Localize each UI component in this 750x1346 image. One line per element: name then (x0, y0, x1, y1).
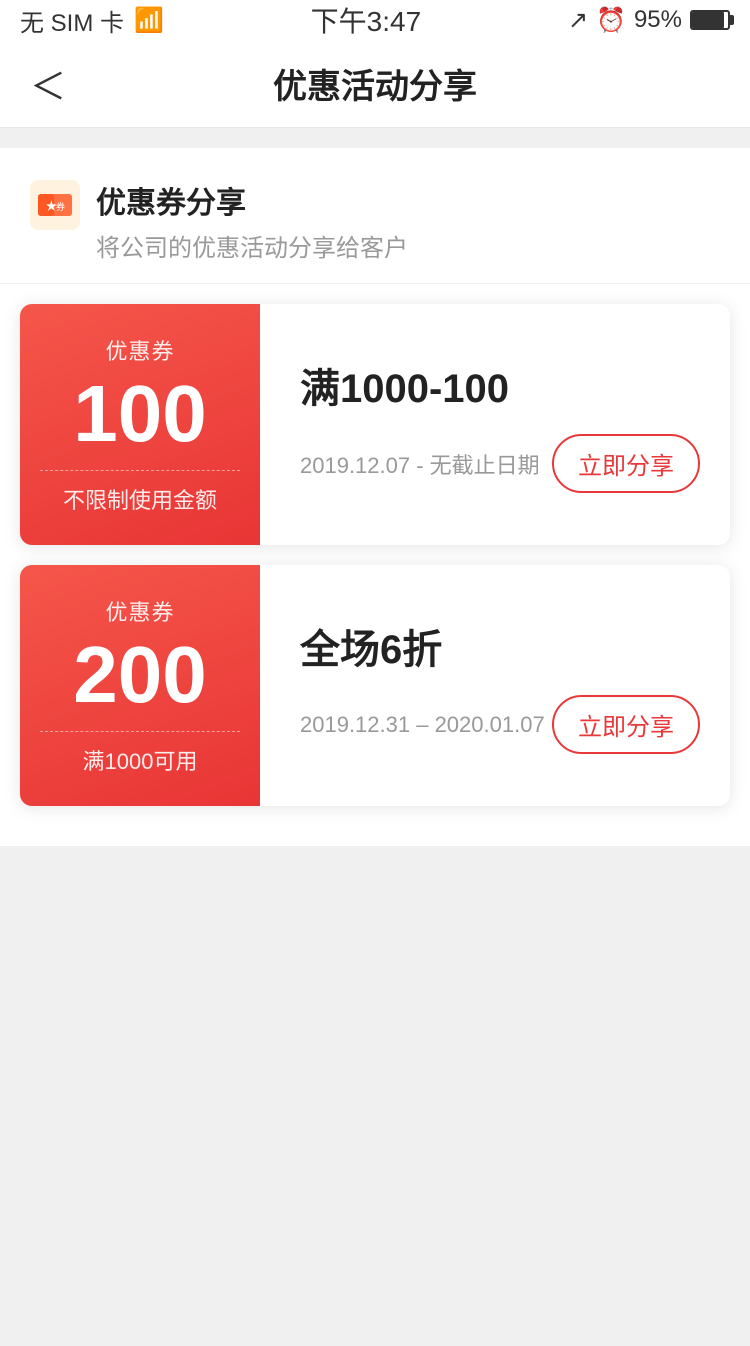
coupon-date: 2019.12.07 - 无截止日期 (300, 448, 540, 480)
coupon-condition: 不限制使用金额 (63, 483, 217, 515)
status-left: 无 SIM 卡 📶 (20, 3, 164, 38)
wifi-icon: 📶 (134, 6, 164, 35)
section-subtitle: 将公司的优惠活动分享给客户 (96, 228, 408, 263)
location-icon: ↗ (568, 6, 588, 35)
coupon-left: 优惠券 100 不限制使用金额 (20, 304, 260, 545)
signal-text: 无 SIM 卡 (20, 3, 124, 38)
page-title: 优惠活动分享 (273, 59, 477, 108)
coupon-right: 满1000-100 2019.12.07 - 无截止日期 立即分享 (260, 304, 730, 545)
coupon-date: 2019.12.31 – 2020.01.07 (300, 712, 545, 738)
coupon-date-row: 2019.12.07 - 无截止日期 立即分享 (300, 434, 700, 493)
gray-background-area (0, 846, 750, 1346)
status-right: ↗ ⏰ 95% (568, 6, 730, 35)
coupon-label: 优惠券 (105, 334, 174, 366)
coupon-item: 优惠券 200 满1000可用 全场6折 2019.12.31 – 2020.0… (20, 565, 730, 806)
alarm-icon: ⏰ (596, 6, 626, 35)
status-time: 下午3:47 (311, 0, 422, 40)
share-button[interactable]: 立即分享 (552, 695, 700, 754)
section-title: 优惠券分享 (96, 178, 408, 222)
share-button[interactable]: 立即分享 (552, 434, 700, 493)
battery-icon (690, 10, 730, 30)
coupon-amount: 200 (73, 635, 206, 715)
svg-text:券: 券 (56, 201, 65, 212)
coupon-amount: 100 (73, 374, 206, 454)
status-bar: 无 SIM 卡 📶 下午3:47 ↗ ⏰ 95% (0, 0, 750, 40)
coupon-right: 全场6折 2019.12.31 – 2020.01.07 立即分享 (260, 565, 730, 806)
coupon-left: 优惠券 200 满1000可用 (20, 565, 260, 806)
nav-bar: ＜ 优惠活动分享 (0, 40, 750, 128)
coupon-name: 全场6折 (300, 617, 700, 675)
coupon-share-icon: ★ 券 (30, 180, 80, 230)
coupon-condition: 满1000可用 (83, 744, 198, 776)
coupon-date-row: 2019.12.31 – 2020.01.07 立即分享 (300, 695, 700, 754)
section-header: ★ 券 优惠券分享 将公司的优惠活动分享给客户 (0, 148, 750, 284)
coupon-item: 优惠券 100 不限制使用金额 满1000-100 2019.12.07 - 无… (20, 304, 730, 545)
back-button[interactable]: ＜ (30, 58, 66, 110)
battery-text: 95% (634, 6, 682, 34)
section-text: 优惠券分享 将公司的优惠活动分享给客户 (96, 178, 408, 263)
coupon-name: 满1000-100 (300, 356, 700, 414)
coupon-list: 优惠券 100 不限制使用金额 满1000-100 2019.12.07 - 无… (0, 284, 750, 846)
coupon-label: 优惠券 (105, 595, 174, 627)
